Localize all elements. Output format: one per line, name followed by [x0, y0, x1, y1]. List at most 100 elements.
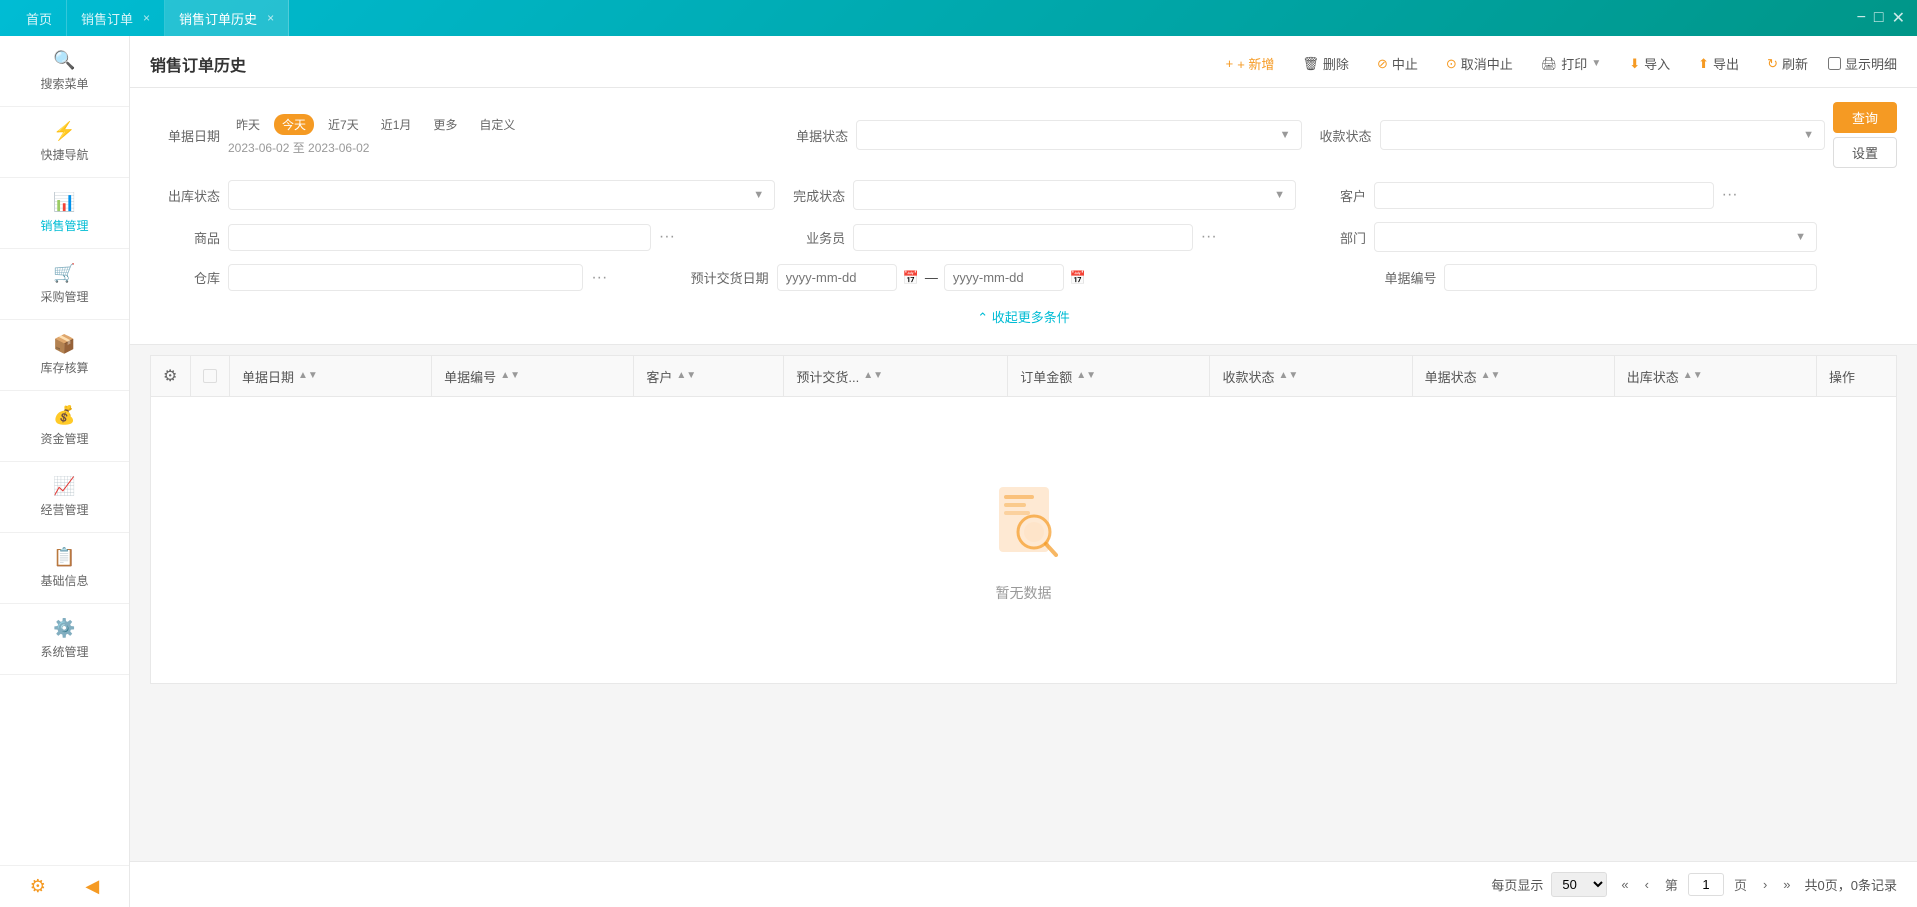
receipt-status-select[interactable]: ▼ [1380, 120, 1825, 150]
first-page-btn[interactable]: « [1615, 875, 1634, 894]
no-col-label: 单据编号 [444, 367, 496, 386]
collapse-row[interactable]: ⌃ 收起更多条件 [150, 303, 1897, 330]
date-col-header: 单据日期 ▲▼ [230, 356, 432, 397]
tab-sales-order-close[interactable]: × [143, 11, 150, 25]
last-page-btn[interactable]: » [1777, 875, 1796, 894]
date-7days[interactable]: 近7天 [320, 114, 367, 135]
prev-page-btn[interactable]: ‹ [1639, 875, 1655, 894]
customer-col-label: 客户 [646, 367, 672, 386]
stop-button[interactable]: ⊘ 中止 [1369, 50, 1426, 77]
maximize-icon[interactable]: □ [1874, 9, 1884, 27]
new-button[interactable]: + + 新增 [1218, 50, 1283, 77]
out-status-col-header: 出库状态 ▲▼ [1614, 356, 1816, 397]
sidebar-item-inventory-label: 库存核算 [40, 359, 88, 376]
delivery-date-from[interactable] [777, 264, 897, 291]
amount-sort[interactable]: 订单金额 ▲▼ [1020, 367, 1197, 386]
table-settings-icon[interactable]: ⚙ [163, 368, 177, 385]
receipt-status-label: 收款状态 [1302, 126, 1372, 145]
date-more[interactable]: 更多 [425, 114, 465, 135]
doc-status-arrow: ▼ [1280, 129, 1291, 141]
cancel-stop-icon: ⊙ [1446, 56, 1457, 72]
display-toggle[interactable]: 显示明细 [1828, 54, 1897, 73]
query-button[interactable]: 查询 [1833, 102, 1897, 133]
filter-row-3: 商品 ··· 业务员 ··· 部门 ▼ [150, 222, 1897, 252]
import-button[interactable]: ⬇ 导入 [1621, 50, 1678, 77]
page-label: 第 [1659, 873, 1684, 896]
warehouse-input[interactable] [228, 264, 583, 291]
cal-from-icon[interactable]: 📅 [903, 270, 919, 286]
customer-sort[interactable]: 客户 ▲▼ [646, 367, 771, 386]
export-button[interactable]: ⬆ 导出 [1690, 50, 1747, 77]
warehouse-dots[interactable]: ··· [591, 269, 607, 287]
salesperson-dots[interactable]: ··· [1201, 228, 1217, 246]
order-no-label: 单据编号 [1366, 268, 1436, 287]
delivery-sort[interactable]: 预计交货... ▲▼ [796, 367, 995, 386]
delivery-sort-icon: ▲▼ [863, 371, 883, 381]
sidebar-item-finance[interactable]: 💰 资金管理 [0, 391, 129, 462]
product-dots[interactable]: ··· [659, 228, 675, 246]
sidebar-item-quick-nav[interactable]: ⚡ 快捷导航 [0, 107, 129, 178]
dept-select[interactable]: ▼ [1374, 222, 1817, 252]
page-size-select[interactable]: 50 10 20 100 [1551, 872, 1607, 897]
customer-input[interactable] [1374, 182, 1714, 209]
date-range-text: 2023-06-02 至 2023-06-02 [228, 139, 369, 156]
doc-status-col-header: 单据状态 ▲▼ [1412, 356, 1614, 397]
date-sort[interactable]: 单据日期 ▲▼ [242, 367, 419, 386]
out-status-col-label: 出库状态 [1627, 367, 1679, 386]
customer-dots[interactable]: ··· [1722, 186, 1738, 204]
sidebar-item-sales-mgmt-label: 销售管理 [40, 217, 88, 234]
date-today[interactable]: 今天 [274, 114, 314, 135]
sidebar-item-base-info[interactable]: 📋 基础信息 [0, 533, 129, 604]
print-label: 打印 [1561, 54, 1587, 73]
close-icon[interactable]: ✕ [1892, 8, 1905, 28]
sidebar-item-sales-mgmt[interactable]: 📊 销售管理 [0, 178, 129, 249]
next-page-btn[interactable]: › [1757, 875, 1773, 894]
refresh-button[interactable]: ↻ 刷新 [1759, 50, 1816, 77]
tab-sales-order[interactable]: 销售订单 × [67, 0, 165, 36]
set-button[interactable]: 设置 [1833, 137, 1897, 168]
order-no-input[interactable] [1444, 264, 1817, 291]
doc-status-sort[interactable]: 单据状态 ▲▼ [1425, 367, 1602, 386]
sidebar-item-finance-label: 资金管理 [40, 430, 88, 447]
delete-button[interactable]: 🗑 删除 [1294, 50, 1357, 77]
receipt-status-col-header: 收款状态 ▲▼ [1210, 356, 1412, 397]
date-1month[interactable]: 近1月 [373, 114, 420, 135]
date-yesterday[interactable]: 昨天 [228, 114, 268, 135]
product-input[interactable] [228, 224, 651, 251]
page-nav: « ‹ 第 页 › » [1615, 873, 1796, 896]
customer-sort-icon: ▲▼ [676, 371, 696, 381]
sidebar-item-system-mgmt[interactable]: ⚙️ 系统管理 [0, 604, 129, 675]
sidebar-item-inventory[interactable]: 📦 库存核算 [0, 320, 129, 391]
no-sort[interactable]: 单据编号 ▲▼ [444, 367, 621, 386]
display-checkbox[interactable] [1828, 57, 1841, 70]
tab-sales-order-history-close[interactable]: × [267, 11, 274, 25]
delivery-date-to[interactable] [944, 264, 1064, 291]
sidebar-collapse-icon[interactable]: ◀ [85, 876, 99, 897]
outbound-status-select[interactable]: ▼ [228, 180, 775, 210]
delete-icon: 🗑 [1302, 56, 1319, 72]
minimize-icon[interactable]: − [1857, 9, 1866, 27]
doc-status-select[interactable]: ▼ [856, 120, 1301, 150]
print-button[interactable]: 🖨 打印 ▼ [1533, 50, 1609, 77]
sidebar-item-purchase-mgmt[interactable]: 🛒 采购管理 [0, 249, 129, 320]
complete-status-select[interactable]: ▼ [853, 180, 1296, 210]
sidebar-item-search-menu[interactable]: 🔍 搜索菜单 [0, 36, 129, 107]
select-all-checkbox[interactable] [203, 369, 217, 383]
pagination-bar: 每页显示 50 10 20 100 « ‹ 第 页 › » 共0页，0条记录 [130, 861, 1917, 907]
cal-to-icon[interactable]: 📅 [1070, 270, 1086, 286]
cancel-stop-button[interactable]: ⊙ 取消中止 [1438, 50, 1521, 77]
receipt-status-sort[interactable]: 收款状态 ▲▼ [1222, 367, 1399, 386]
window-controls: − □ ✕ [1857, 8, 1905, 28]
amount-sort-icon: ▲▼ [1076, 371, 1096, 381]
tab-sales-order-history[interactable]: 销售订单历史 × [165, 0, 289, 36]
sidebar-settings-icon[interactable]: ⚙ [30, 876, 46, 897]
sidebar-item-operation[interactable]: 📈 经营管理 [0, 462, 129, 533]
tab-home[interactable]: 首页 [12, 0, 67, 36]
page-number-input[interactable] [1688, 873, 1724, 896]
salesperson-input[interactable] [853, 224, 1193, 251]
empty-illustration [974, 477, 1074, 567]
quick-nav-icon: ⚡ [53, 121, 75, 142]
filter-buttons: 查询 设置 [1833, 102, 1897, 168]
date-custom[interactable]: 自定义 [471, 114, 523, 135]
out-status-sort[interactable]: 出库状态 ▲▼ [1627, 367, 1804, 386]
